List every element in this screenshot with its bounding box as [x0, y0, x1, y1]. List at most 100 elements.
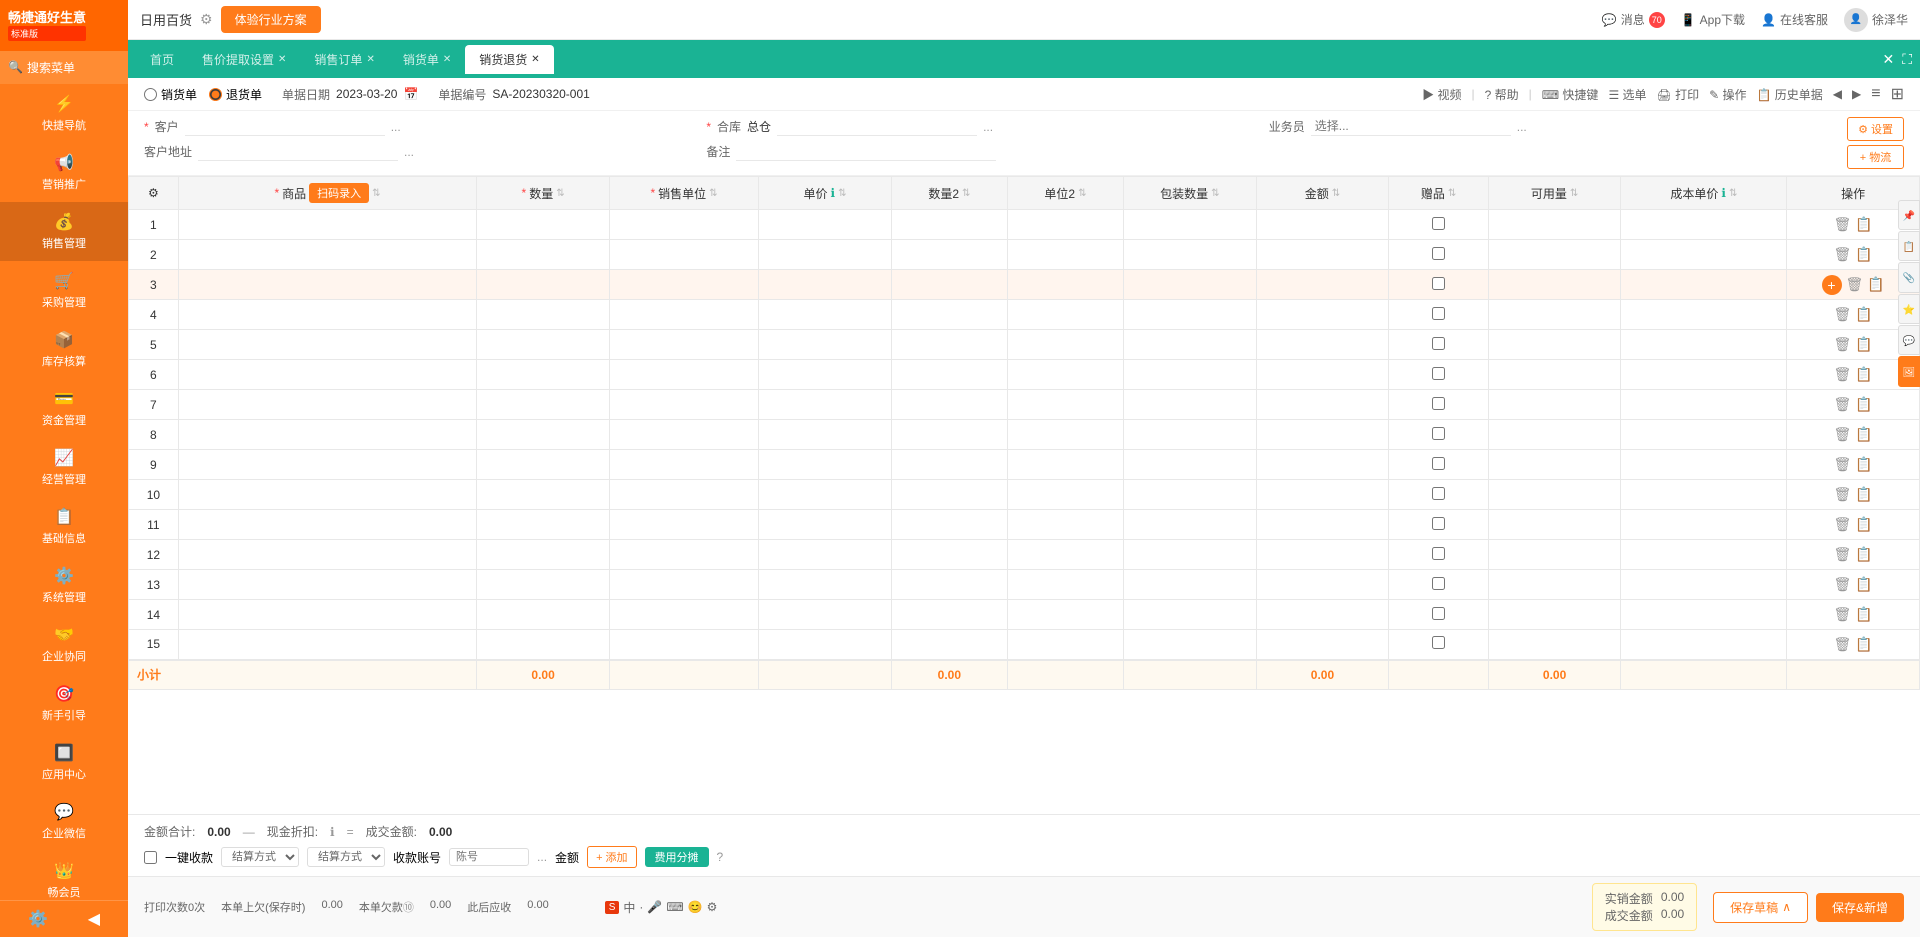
product-cell[interactable] [178, 600, 477, 630]
tab-sales-order[interactable]: 销售订单 ✕ [300, 45, 388, 74]
fee-btn[interactable]: 费用分摊 [645, 847, 709, 867]
cash-discount-info[interactable]: ℹ [330, 825, 335, 839]
sales-unit-cell[interactable] [609, 510, 758, 540]
qty-cell[interactable] [477, 330, 610, 360]
message-btn[interactable]: 💬 消息 70 [1602, 11, 1665, 28]
qty-cell[interactable] [477, 390, 610, 420]
amount-cell[interactable] [1256, 510, 1389, 540]
gift-checkbox[interactable] [1432, 607, 1445, 620]
qty2-cell[interactable] [891, 450, 1007, 480]
qty-cell[interactable] [477, 540, 610, 570]
cost-price-cell[interactable] [1621, 510, 1787, 540]
sales-unit-cell[interactable] [609, 570, 758, 600]
amount-cell[interactable] [1256, 270, 1389, 300]
print-btn[interactable]: 🖨 打印 [1657, 86, 1700, 103]
cost-price-cell[interactable] [1621, 420, 1787, 450]
table-gear-icon[interactable]: ⚙ [148, 186, 159, 200]
price-info-icon[interactable]: ℹ [831, 186, 836, 200]
available-cell[interactable] [1488, 570, 1621, 600]
customer-input[interactable] [185, 117, 385, 136]
cost-price-cell[interactable] [1621, 300, 1787, 330]
unit2-cell[interactable] [1007, 270, 1123, 300]
unit-price-cell[interactable] [759, 300, 892, 330]
unit-price-cell[interactable] [759, 360, 892, 390]
qty2-cell[interactable] [891, 570, 1007, 600]
delete-row-btn[interactable]: 🗑 [1834, 216, 1852, 233]
history-btn[interactable]: 📋 历史单据 [1757, 86, 1823, 103]
available-cell[interactable] [1488, 300, 1621, 330]
prev-record-icon[interactable]: ◀ [1833, 87, 1842, 101]
search-menu[interactable]: 🔍 搜索菜单 [0, 51, 128, 84]
copy-row-btn[interactable]: 📋 [1855, 516, 1872, 533]
qty2-cell[interactable] [891, 300, 1007, 330]
sidebar-item-basic[interactable]: 📋 基础信息 [0, 497, 128, 556]
product-cell[interactable] [178, 390, 477, 420]
cost-price-cell[interactable] [1621, 600, 1787, 630]
copy-row-btn[interactable]: 📋 [1855, 576, 1872, 593]
account-dots[interactable]: ... [537, 850, 547, 864]
unit2-cell[interactable] [1007, 630, 1123, 660]
remark-input[interactable] [736, 142, 996, 161]
sales-unit-cell[interactable] [609, 600, 758, 630]
gift-cell[interactable] [1389, 540, 1489, 570]
sidebar-item-marketing[interactable]: 📢 营销推广 [0, 143, 128, 202]
gift-cell[interactable] [1389, 420, 1489, 450]
radio-sales[interactable]: 销货单 [144, 86, 197, 103]
qty2-cell[interactable] [891, 330, 1007, 360]
sidebar-item-operations[interactable]: 📈 经营管理 [0, 438, 128, 497]
copy-row-btn[interactable]: 📋 [1855, 306, 1872, 323]
settings-bottom-icon[interactable]: ⚙️ [28, 909, 48, 929]
one-click-payment-checkbox[interactable] [144, 851, 157, 864]
sales-unit-cell[interactable] [609, 390, 758, 420]
add-row-btn[interactable]: + [1822, 275, 1842, 295]
product-cell[interactable] [178, 360, 477, 390]
copy-row-btn[interactable]: 📋 [1855, 546, 1872, 563]
tab-price-set[interactable]: 售价提取设置 ✕ [188, 45, 300, 74]
unit2-cell[interactable] [1007, 210, 1123, 240]
available-cell[interactable] [1488, 270, 1621, 300]
tab-sales-return[interactable]: 销货退货 ✕ [465, 45, 553, 74]
radio-return-input[interactable] [209, 88, 222, 101]
th-gear[interactable]: ⚙ [129, 177, 179, 210]
salesman-input[interactable] [1311, 117, 1511, 136]
copy-row-btn[interactable]: 📋 [1855, 606, 1872, 623]
cost-price-cell[interactable] [1621, 270, 1787, 300]
gift-cell[interactable] [1389, 270, 1489, 300]
sales-unit-cell[interactable] [609, 420, 758, 450]
customer-dots[interactable]: ... [391, 120, 401, 134]
qty-cell[interactable] [477, 360, 610, 390]
sidebar-item-enterprise[interactable]: 🤝 企业协同 [0, 615, 128, 674]
sales-unit-cell[interactable] [609, 270, 758, 300]
amount-cell[interactable] [1256, 240, 1389, 270]
unit2-cell[interactable] [1007, 540, 1123, 570]
cost-sort-icon[interactable]: ⇅ [1729, 188, 1737, 199]
amount-cell[interactable] [1256, 480, 1389, 510]
sidebar-item-purchase[interactable]: 🛒 采购管理 [0, 261, 128, 320]
pack-qty-cell[interactable] [1123, 450, 1256, 480]
qty2-cell[interactable] [891, 270, 1007, 300]
delete-row-btn[interactable]: 🗑 [1834, 576, 1852, 593]
sort-icon[interactable]: ⇅ [372, 188, 380, 199]
qty2-cell[interactable] [891, 390, 1007, 420]
account-method-select[interactable]: 结算方式 [307, 847, 385, 867]
gift-cell[interactable] [1389, 210, 1489, 240]
delete-row-btn[interactable]: 🗑 [1834, 486, 1852, 503]
amount-cell[interactable] [1256, 360, 1389, 390]
available-cell[interactable] [1488, 390, 1621, 420]
unit-price-cell[interactable] [759, 570, 892, 600]
unit2-cell[interactable] [1007, 480, 1123, 510]
unit-price-cell[interactable] [759, 630, 892, 660]
fee-help-icon[interactable]: ? [717, 850, 724, 864]
gift-checkbox[interactable] [1432, 397, 1445, 410]
tab-price-set-close[interactable]: ✕ [278, 54, 286, 65]
right-float-btn-active[interactable]: 🖼 [1898, 356, 1920, 387]
sales-unit-cell[interactable] [609, 450, 758, 480]
qty2-cell[interactable] [891, 630, 1007, 660]
sales-unit-cell[interactable] [609, 240, 758, 270]
delete-row-btn[interactable]: 🗑 [1834, 336, 1852, 353]
unit-sort-icon[interactable]: ⇅ [709, 188, 717, 199]
qty2-cell[interactable] [891, 510, 1007, 540]
unit-price-cell[interactable] [759, 390, 892, 420]
experience-btn[interactable]: 体验行业方案 [221, 6, 321, 33]
qty2-cell[interactable] [891, 360, 1007, 390]
